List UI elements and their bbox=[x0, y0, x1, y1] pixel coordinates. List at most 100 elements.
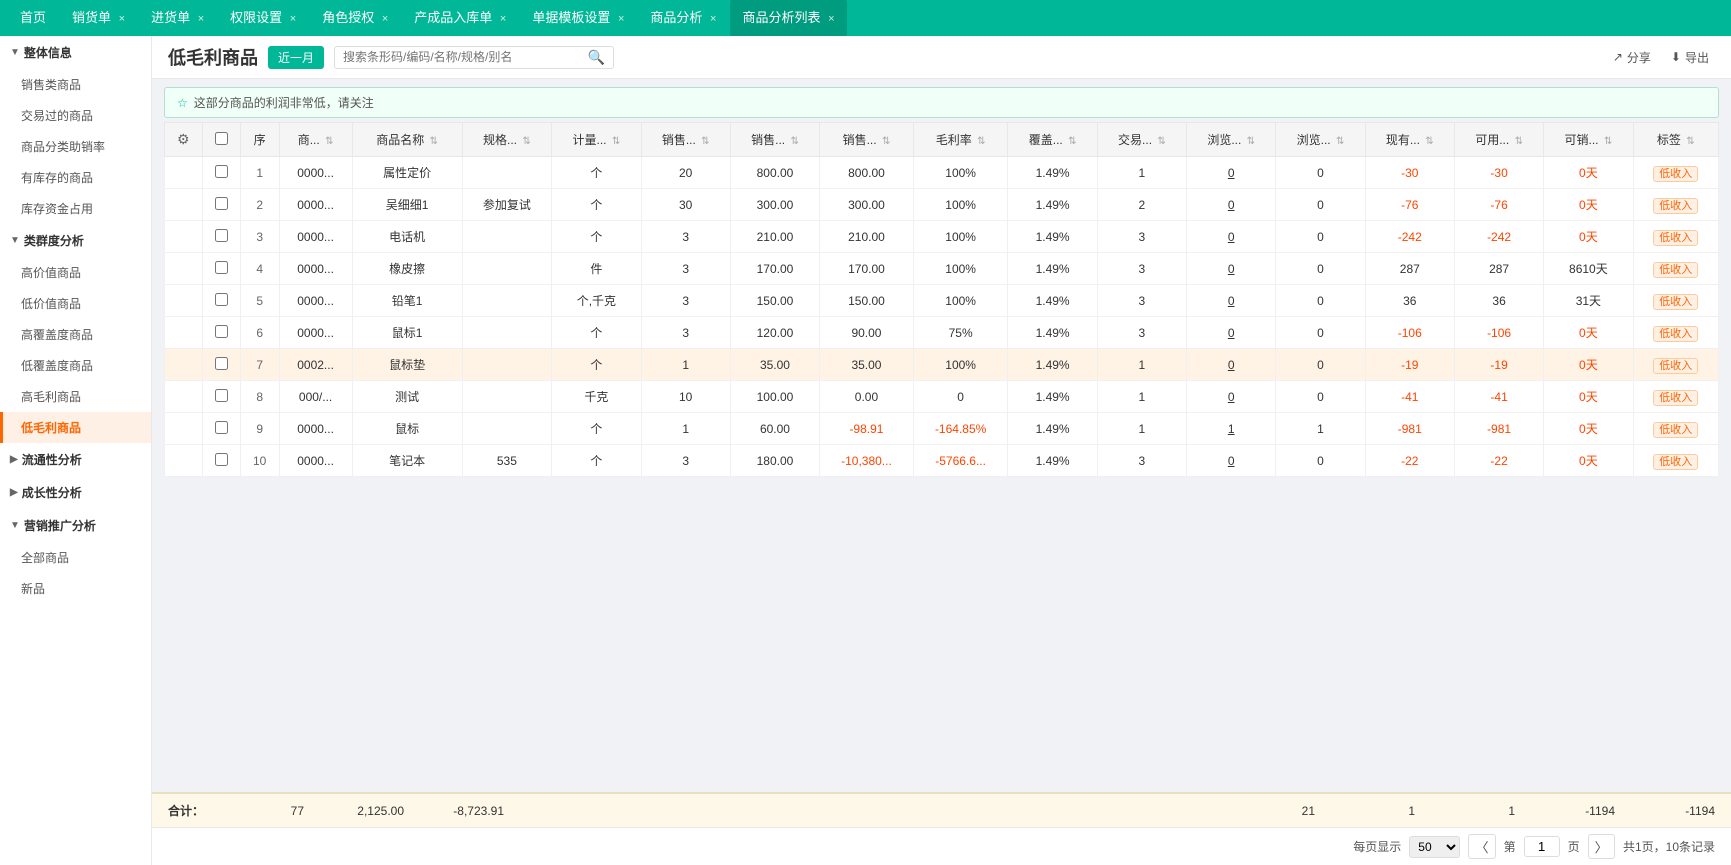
cell-checkbox[interactable] bbox=[202, 317, 240, 349]
col-view2[interactable]: 浏览... ⇅ bbox=[1276, 123, 1365, 157]
cell-view1[interactable]: 0 bbox=[1187, 253, 1276, 285]
sidebar-item-high-value[interactable]: 高价值商品 bbox=[0, 257, 151, 288]
view1-link[interactable]: 0 bbox=[1228, 358, 1235, 372]
col-spec[interactable]: 规格... ⇅ bbox=[462, 123, 552, 157]
sidebar-group-flow[interactable]: ▶ 流通性分析 bbox=[0, 443, 151, 476]
cell-view1[interactable]: 1 bbox=[1187, 413, 1276, 445]
view1-link[interactable]: 0 bbox=[1228, 390, 1235, 404]
nav-purchase-close[interactable]: × bbox=[198, 13, 204, 25]
row-checkbox[interactable] bbox=[215, 229, 228, 242]
period-button[interactable]: 近一月 bbox=[268, 46, 324, 69]
view1-link[interactable]: 0 bbox=[1228, 198, 1235, 212]
row-checkbox[interactable] bbox=[215, 357, 228, 370]
view1-link[interactable]: 1 bbox=[1228, 422, 1235, 436]
export-button[interactable]: ⬇ 导出 bbox=[1665, 47, 1715, 68]
cell-view1[interactable]: 0 bbox=[1187, 189, 1276, 221]
col-unit[interactable]: 计量... ⇅ bbox=[552, 123, 641, 157]
sidebar-item-high-margin[interactable]: 高毛利商品 bbox=[0, 381, 151, 412]
cell-view1[interactable]: 0 bbox=[1187, 157, 1276, 189]
view1-link[interactable]: 0 bbox=[1228, 166, 1235, 180]
cell-view1[interactable]: 0 bbox=[1187, 381, 1276, 413]
row-checkbox[interactable] bbox=[215, 293, 228, 306]
col-settings[interactable]: ⚙ bbox=[165, 123, 203, 157]
nav-sales-close[interactable]: × bbox=[119, 13, 125, 25]
cell-view1[interactable]: 0 bbox=[1187, 317, 1276, 349]
col-checkbox[interactable] bbox=[202, 123, 240, 157]
nav-analysis-close[interactable]: × bbox=[710, 13, 716, 25]
row-checkbox[interactable] bbox=[215, 421, 228, 434]
search-icon[interactable]: 🔍 bbox=[588, 49, 605, 66]
cell-checkbox[interactable] bbox=[202, 285, 240, 317]
view1-link[interactable]: 0 bbox=[1228, 230, 1235, 244]
row-checkbox[interactable] bbox=[215, 325, 228, 338]
sidebar-item-traded-goods[interactable]: 交易过的商品 bbox=[0, 100, 151, 131]
sidebar-group-marketing[interactable]: ▼ 营销推广分析 bbox=[0, 509, 151, 542]
col-sellable[interactable]: 可销... ⇅ bbox=[1544, 123, 1633, 157]
sidebar-item-low-margin[interactable]: 低毛利商品 bbox=[0, 412, 151, 443]
view1-link[interactable]: 0 bbox=[1228, 326, 1235, 340]
share-button[interactable]: ↗ 分享 bbox=[1607, 47, 1657, 68]
sidebar-item-low-coverage[interactable]: 低覆盖度商品 bbox=[0, 350, 151, 381]
nav-sales[interactable]: 销货单 × bbox=[60, 0, 137, 36]
sidebar-item-all-goods[interactable]: 全部商品 bbox=[0, 542, 151, 573]
nav-template-close[interactable]: × bbox=[618, 13, 624, 25]
col-current[interactable]: 现有... ⇅ bbox=[1365, 123, 1454, 157]
sidebar-item-inventory-capital[interactable]: 库存资金占用 bbox=[0, 193, 151, 224]
sidebar-item-high-coverage[interactable]: 高覆盖度商品 bbox=[0, 319, 151, 350]
nav-analysis-list[interactable]: 商品分析列表 × bbox=[730, 0, 846, 36]
sidebar-group-cluster[interactable]: ▼ 类群度分析 bbox=[0, 224, 151, 257]
row-checkbox[interactable] bbox=[215, 389, 228, 402]
col-name[interactable]: 商品名称 ⇅ bbox=[352, 123, 462, 157]
cell-checkbox[interactable] bbox=[202, 445, 240, 477]
row-checkbox[interactable] bbox=[215, 261, 228, 274]
sidebar-item-category-rate[interactable]: 商品分类助销率 bbox=[0, 131, 151, 162]
cell-view1[interactable]: 0 bbox=[1187, 445, 1276, 477]
view1-link[interactable]: 0 bbox=[1228, 262, 1235, 276]
sidebar-item-low-value[interactable]: 低价值商品 bbox=[0, 288, 151, 319]
per-page-select[interactable]: 50 100 200 bbox=[1409, 836, 1460, 858]
cell-checkbox[interactable] bbox=[202, 253, 240, 285]
cell-checkbox[interactable] bbox=[202, 157, 240, 189]
view1-link[interactable]: 0 bbox=[1228, 294, 1235, 308]
cell-view1[interactable]: 0 bbox=[1187, 221, 1276, 253]
next-page-button[interactable]: 〉 bbox=[1588, 834, 1615, 859]
col-sale-count[interactable]: 销售... ⇅ bbox=[641, 123, 730, 157]
sidebar-group-growth[interactable]: ▶ 成长性分析 bbox=[0, 476, 151, 509]
col-sale-price[interactable]: 销售... ⇅ bbox=[730, 123, 819, 157]
sidebar-item-new-goods[interactable]: 新品 bbox=[0, 573, 151, 604]
prev-page-button[interactable]: 〈 bbox=[1468, 834, 1495, 859]
nav-product-in[interactable]: 产成品入库单 × bbox=[402, 0, 518, 36]
cell-checkbox[interactable] bbox=[202, 189, 240, 221]
settings-icon[interactable]: ⚙ bbox=[177, 131, 190, 147]
nav-analysis-list-close[interactable]: × bbox=[828, 13, 834, 25]
col-code[interactable]: 商... ⇅ bbox=[279, 123, 352, 157]
cell-checkbox[interactable] bbox=[202, 349, 240, 381]
cell-checkbox[interactable] bbox=[202, 381, 240, 413]
nav-role[interactable]: 角色授权 × bbox=[310, 0, 400, 36]
row-checkbox[interactable] bbox=[215, 197, 228, 210]
cell-view1[interactable]: 0 bbox=[1187, 285, 1276, 317]
sidebar-item-stocked-goods[interactable]: 有库存的商品 bbox=[0, 162, 151, 193]
page-number-input[interactable] bbox=[1524, 836, 1560, 857]
nav-analysis[interactable]: 商品分析 × bbox=[638, 0, 728, 36]
col-sale-profit[interactable]: 销售... ⇅ bbox=[820, 123, 914, 157]
nav-template[interactable]: 单据模板设置 × bbox=[520, 0, 636, 36]
nav-product-in-close[interactable]: × bbox=[500, 13, 506, 25]
cell-checkbox[interactable] bbox=[202, 221, 240, 253]
nav-permission[interactable]: 权限设置 × bbox=[218, 0, 308, 36]
cell-checkbox[interactable] bbox=[202, 413, 240, 445]
col-coverage[interactable]: 覆盖... ⇅ bbox=[1008, 123, 1097, 157]
nav-permission-close[interactable]: × bbox=[290, 13, 296, 25]
sidebar-item-sales-goods[interactable]: 销售类商品 bbox=[0, 69, 151, 100]
col-tag[interactable]: 标签 ⇅ bbox=[1633, 123, 1718, 157]
search-input[interactable] bbox=[343, 50, 588, 64]
row-checkbox[interactable] bbox=[215, 165, 228, 178]
col-trade[interactable]: 交易... ⇅ bbox=[1097, 123, 1186, 157]
col-available[interactable]: 可用... ⇅ bbox=[1454, 123, 1543, 157]
select-all-checkbox[interactable] bbox=[215, 132, 228, 145]
nav-role-close[interactable]: × bbox=[382, 13, 388, 25]
col-view1[interactable]: 浏览... ⇅ bbox=[1187, 123, 1276, 157]
sidebar-group-overall[interactable]: ▼ 整体信息 bbox=[0, 36, 151, 69]
nav-home[interactable]: 首页 bbox=[8, 0, 58, 36]
view1-link[interactable]: 0 bbox=[1228, 454, 1235, 468]
